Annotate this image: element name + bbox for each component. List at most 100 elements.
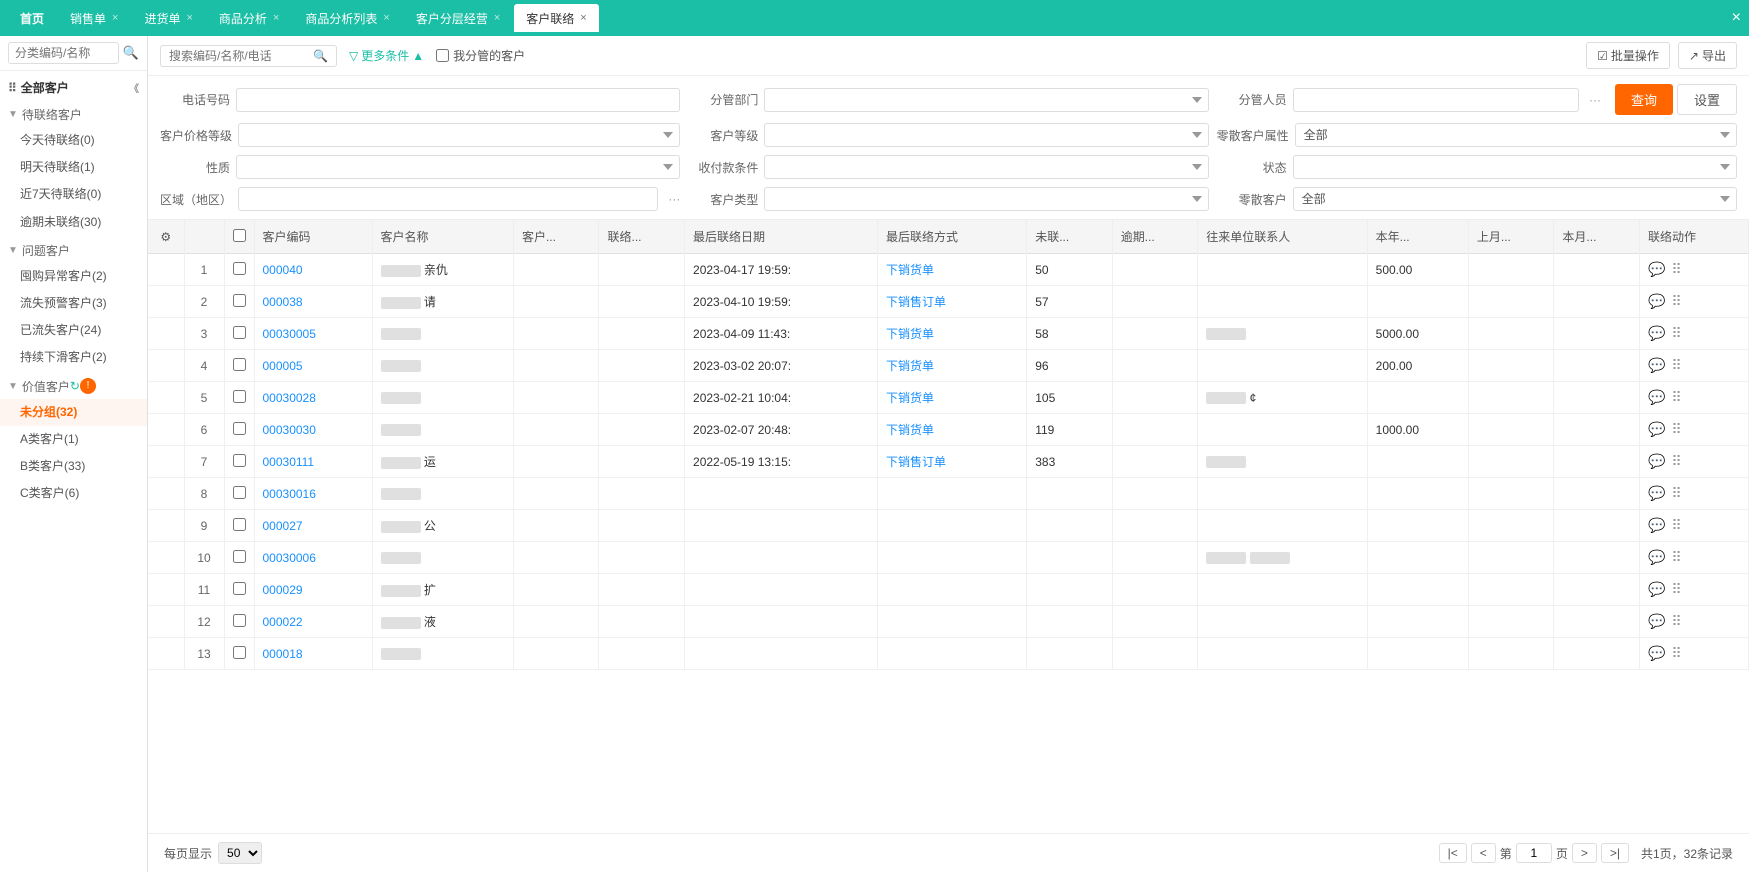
contact-method-link-5[interactable]: 下销货单	[886, 423, 934, 437]
row-checkbox-2[interactable]	[233, 326, 246, 339]
grid-action-icon-6[interactable]: ⠿	[1671, 453, 1681, 470]
sidebar-item-tomorrow[interactable]: 明天待联络(1)	[0, 154, 147, 181]
grid-action-icon-11[interactable]: ⠿	[1671, 613, 1681, 630]
sidebar-search-input[interactable]	[8, 42, 119, 64]
reset-button[interactable]: 设置	[1677, 84, 1737, 115]
tab-customer-contact-close[interactable]: ×	[580, 12, 586, 24]
sidebar-item-class-b[interactable]: B类客户(33)	[0, 453, 147, 480]
status-select[interactable]	[1293, 155, 1737, 179]
contact-method-link-2[interactable]: 下销货单	[886, 327, 934, 341]
grid-action-icon-9[interactable]: ⠿	[1671, 549, 1681, 566]
message-icon-7[interactable]: 💬	[1648, 485, 1665, 502]
contact-method-link-1[interactable]: 下销售订单	[886, 295, 946, 309]
batch-operations-button[interactable]: ☑ 批量操作	[1586, 42, 1670, 69]
grid-action-icon-10[interactable]: ⠿	[1671, 581, 1681, 598]
refresh-icon[interactable]: ↻	[70, 379, 80, 393]
sidebar-item-abnormal[interactable]: 囤购异常客户(2)	[0, 263, 147, 290]
grid-action-icon-12[interactable]: ⠿	[1671, 645, 1681, 662]
grid-action-icon-0[interactable]: ⠿	[1671, 261, 1681, 278]
export-button[interactable]: ↗ 导出	[1678, 42, 1737, 69]
nav-tab-product-list[interactable]: 商品分析列表 ×	[293, 4, 401, 32]
collapse-icon[interactable]: 《	[129, 80, 139, 95]
customer-type-select[interactable]	[764, 187, 1208, 211]
tab-product-analysis-close[interactable]: ×	[273, 12, 279, 24]
message-icon-4[interactable]: 💬	[1648, 389, 1665, 406]
all-customers-section[interactable]: ⠿ 全部客户 《	[0, 71, 147, 100]
sidebar-item-churn-warning[interactable]: 流失预警客户(3)	[0, 290, 147, 317]
my-customers-checkbox[interactable]	[436, 49, 449, 62]
row-checkbox-12[interactable]	[233, 646, 246, 659]
grid-action-icon-3[interactable]: ⠿	[1671, 357, 1681, 374]
nav-tab-purchase[interactable]: 进货单 ×	[132, 4, 204, 32]
contact-method-link-3[interactable]: 下销货单	[886, 359, 934, 373]
sidebar-item-class-a[interactable]: A类客户(1)	[0, 426, 147, 453]
tab-purchase-close[interactable]: ×	[186, 12, 192, 24]
grid-action-icon-4[interactable]: ⠿	[1671, 389, 1681, 406]
retail-attr-select[interactable]: 全部	[1295, 123, 1737, 147]
message-icon-8[interactable]: 💬	[1648, 517, 1665, 534]
sidebar-item-overdue[interactable]: 逾期未联络(30)	[0, 209, 147, 236]
row-checkbox-5[interactable]	[233, 422, 246, 435]
message-icon-6[interactable]: 💬	[1648, 453, 1665, 470]
sidebar-item-churned[interactable]: 已流失客户(24)	[0, 317, 147, 344]
sidebar-search-icon[interactable]: 🔍	[123, 45, 139, 61]
row-checkbox-3[interactable]	[233, 358, 246, 371]
nav-tab-customer-contact[interactable]: 客户联络 ×	[514, 4, 598, 32]
message-icon-11[interactable]: 💬	[1648, 613, 1665, 630]
page-input[interactable]	[1516, 843, 1552, 863]
region-input[interactable]	[238, 187, 658, 211]
row-checkbox-0[interactable]	[233, 262, 246, 275]
region-more-icon[interactable]: ···	[668, 192, 680, 206]
grid-action-icon-7[interactable]: ⠿	[1671, 485, 1681, 502]
th-settings[interactable]: ⚙	[148, 220, 184, 254]
sidebar-item-declining[interactable]: 持续下滑客户(2)	[0, 344, 147, 371]
search-input[interactable]	[169, 49, 309, 63]
row-checkbox-1[interactable]	[233, 294, 246, 307]
message-icon-0[interactable]: 💬	[1648, 261, 1665, 278]
message-icon-2[interactable]: 💬	[1648, 325, 1665, 342]
sidebar-item-unassigned[interactable]: 未分组(32)	[0, 399, 147, 426]
row-checkbox-9[interactable]	[233, 550, 246, 563]
last-page-button[interactable]: >|	[1601, 843, 1629, 863]
grid-action-icon-5[interactable]: ⠿	[1671, 421, 1681, 438]
contact-method-link-0[interactable]: 下销货单	[886, 263, 934, 277]
nav-tab-customer-segment[interactable]: 客户分层经营 ×	[404, 4, 512, 32]
more-conditions[interactable]: ▽ 更多条件 ▲	[349, 47, 424, 64]
message-icon-3[interactable]: 💬	[1648, 357, 1665, 374]
customer-level-select[interactable]	[764, 123, 1208, 147]
sidebar-item-7days[interactable]: 近7天待联络(0)	[0, 181, 147, 208]
sidebar-item-class-c[interactable]: C类客户(6)	[0, 480, 147, 507]
tab-customer-segment-close[interactable]: ×	[494, 12, 500, 24]
group-pending-contact[interactable]: ▼ 待联络客户	[0, 100, 147, 127]
message-icon-12[interactable]: 💬	[1648, 645, 1665, 662]
gender-select[interactable]	[236, 155, 680, 179]
row-checkbox-10[interactable]	[233, 582, 246, 595]
sidebar-item-today[interactable]: 今天待联络(0)	[0, 127, 147, 154]
message-icon-1[interactable]: 💬	[1648, 293, 1665, 310]
group-problem-customers[interactable]: ▼ 问题客户	[0, 236, 147, 263]
nav-tab-sales[interactable]: 销售单 ×	[58, 4, 130, 32]
contact-method-link-6[interactable]: 下销售订单	[886, 455, 946, 469]
retail-select[interactable]: 全部	[1293, 187, 1737, 211]
row-checkbox-4[interactable]	[233, 390, 246, 403]
query-button[interactable]: 查询	[1615, 84, 1673, 115]
nav-tab-product-analysis[interactable]: 商品分析 ×	[207, 4, 291, 32]
grid-action-icon-1[interactable]: ⠿	[1671, 293, 1681, 310]
price-level-select[interactable]	[238, 123, 680, 147]
message-icon-5[interactable]: 💬	[1648, 421, 1665, 438]
row-checkbox-8[interactable]	[233, 518, 246, 531]
group-value-customers[interactable]: ▼ 价值客户 ↻ !	[0, 372, 147, 399]
manager-input[interactable]	[1293, 88, 1579, 112]
payment-select[interactable]	[764, 155, 1208, 179]
prev-page-button[interactable]: <	[1471, 843, 1496, 863]
row-checkbox-6[interactable]	[233, 454, 246, 467]
per-page-select[interactable]: 50	[218, 842, 262, 864]
tab-sales-close[interactable]: ×	[112, 12, 118, 24]
first-page-button[interactable]: |<	[1439, 843, 1467, 863]
tab-product-list-close[interactable]: ×	[383, 12, 389, 24]
grid-action-icon-8[interactable]: ⠿	[1671, 517, 1681, 534]
select-all-checkbox[interactable]	[233, 229, 246, 242]
dept-select[interactable]	[764, 88, 1208, 112]
row-checkbox-11[interactable]	[233, 614, 246, 627]
search-icon[interactable]: 🔍	[313, 49, 328, 63]
